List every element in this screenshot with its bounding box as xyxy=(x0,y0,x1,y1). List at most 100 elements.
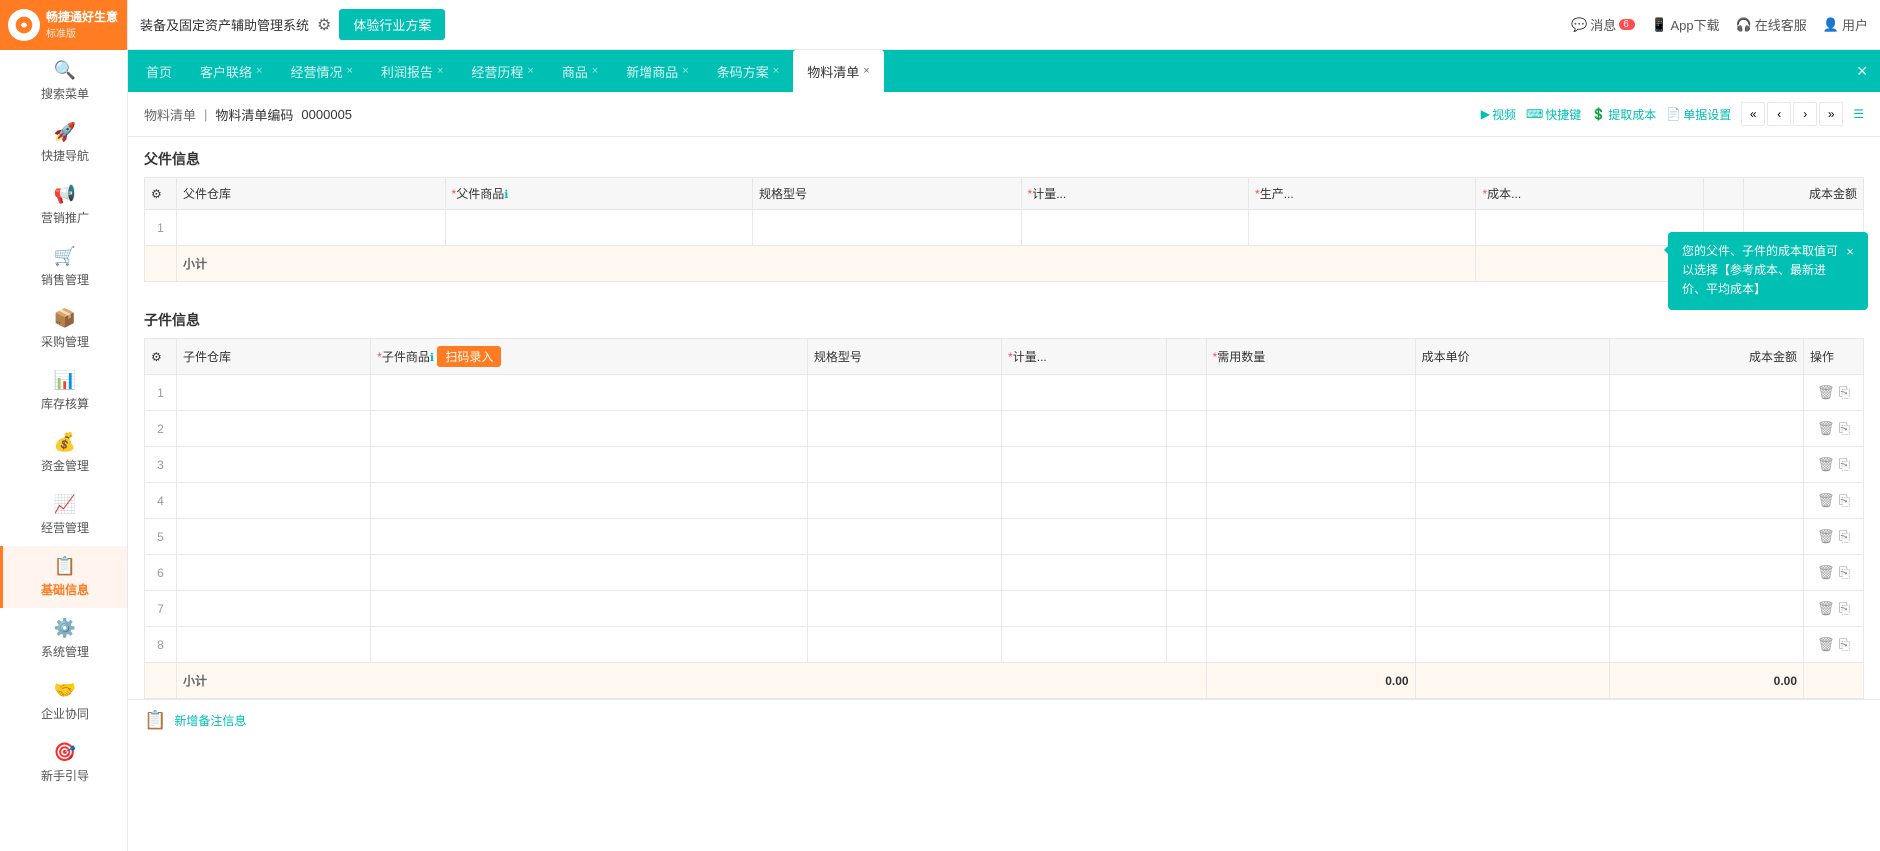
delete-row1-button[interactable]: 🗑 xyxy=(1817,384,1835,401)
tab-profit-close[interactable]: × xyxy=(437,65,443,77)
delete-row2-button[interactable]: 🗑 xyxy=(1817,420,1835,437)
copy-row7-button[interactable]: ⎘ xyxy=(1839,600,1850,617)
child-row2-product[interactable] xyxy=(371,411,808,447)
child-row1-qty-needed[interactable] xyxy=(1206,375,1415,411)
child-row1-warehouse[interactable] xyxy=(177,375,371,411)
sidebar-item-operations[interactable]: 📈 经营管理 xyxy=(0,484,127,546)
child-row4-product[interactable] xyxy=(371,483,808,519)
child-row2-warehouse[interactable] xyxy=(177,411,371,447)
sidebar-item-guide[interactable]: 🎯 新手引导 xyxy=(0,732,127,794)
view-video-button[interactable]: ▶ 视频 xyxy=(1481,106,1516,123)
copy-row4-button[interactable]: ⎘ xyxy=(1839,492,1850,509)
sidebar-item-sales[interactable]: 🛒 销售管理 xyxy=(0,236,127,298)
child-row4-warehouse[interactable] xyxy=(177,483,371,519)
copy-row3-button[interactable]: ⎘ xyxy=(1839,456,1850,473)
online-support-button[interactable]: 🎧 在线客服 xyxy=(1736,15,1807,34)
tab-newproduct[interactable]: 新增商品 × xyxy=(612,50,702,92)
parent-col-settings[interactable]: ⚙ xyxy=(145,178,177,210)
parent-row1-qty[interactable] xyxy=(1021,210,1248,246)
sidebar-item-search[interactable]: 🔍 搜索菜单 xyxy=(0,50,127,112)
child-row3-qty[interactable] xyxy=(1002,447,1166,483)
child-row5-warehouse[interactable] xyxy=(177,519,371,555)
parent-row1-product[interactable] xyxy=(445,210,753,246)
child-row8-qty-needed[interactable] xyxy=(1206,627,1415,663)
copy-row2-button[interactable]: ⎘ xyxy=(1839,420,1850,437)
tab-operations-close[interactable]: × xyxy=(346,65,352,77)
tab-newproduct-close[interactable]: × xyxy=(682,65,688,77)
scan-input-button[interactable]: 扫码录入 xyxy=(437,346,501,367)
child-row3-product[interactable] xyxy=(371,447,808,483)
sidebar-item-basic[interactable]: 📋 基础信息 xyxy=(0,546,127,608)
copy-row5-button[interactable]: ⎘ xyxy=(1839,528,1850,545)
tab-operations[interactable]: 经营情况 × xyxy=(276,50,366,92)
child-row4-qty-needed[interactable] xyxy=(1206,483,1415,519)
prev-page-button[interactable]: ‹ xyxy=(1767,102,1791,126)
tab-history-close[interactable]: × xyxy=(527,65,533,77)
child-row1-cost-price[interactable] xyxy=(1415,375,1609,411)
child-row5-qty[interactable] xyxy=(1002,519,1166,555)
child-row5-cost-price[interactable] xyxy=(1415,519,1609,555)
user-button[interactable]: 👤 用户 xyxy=(1823,15,1868,34)
tab-history[interactable]: 经营历程 × xyxy=(457,50,547,92)
sidebar-item-marketing[interactable]: 📢 营销推广 xyxy=(0,174,127,236)
child-row2-spec[interactable] xyxy=(807,411,1001,447)
child-row8-cost-price[interactable] xyxy=(1415,627,1609,663)
child-row6-spec[interactable] xyxy=(807,555,1001,591)
child-row3-spec[interactable] xyxy=(807,447,1001,483)
child-row5-spec[interactable] xyxy=(807,519,1001,555)
child-row2-qty-needed[interactable] xyxy=(1206,411,1415,447)
child-col-settings[interactable]: ⚙ xyxy=(145,339,177,375)
bottom-note-text[interactable]: 新增备注信息 xyxy=(174,712,246,729)
trial-button[interactable]: 体验行业方案 xyxy=(339,9,445,40)
breadcrumb-bom[interactable]: 物料清单 xyxy=(144,105,196,124)
child-row2-cost-price[interactable] xyxy=(1415,411,1609,447)
child-row4-qty[interactable] xyxy=(1002,483,1166,519)
extract-cost-button[interactable]: 💲 提取成本 xyxy=(1591,106,1656,123)
tab-barcode-close[interactable]: × xyxy=(773,65,779,77)
next-page-button[interactable]: › xyxy=(1793,102,1817,126)
delete-row4-button[interactable]: 🗑 xyxy=(1817,492,1835,509)
child-row7-spec[interactable] xyxy=(807,591,1001,627)
tab-bom-close[interactable]: × xyxy=(863,65,869,77)
close-all-tabs-button[interactable]: ✕ xyxy=(1848,63,1876,80)
delete-row3-button[interactable]: 🗑 xyxy=(1817,456,1835,473)
child-row1-spec[interactable] xyxy=(807,375,1001,411)
sidebar-item-purchase[interactable]: 📦 采购管理 xyxy=(0,298,127,360)
child-row7-qty-needed[interactable] xyxy=(1206,591,1415,627)
child-row6-qty[interactable] xyxy=(1002,555,1166,591)
parent-row1-spec[interactable] xyxy=(753,210,1022,246)
child-row6-warehouse[interactable] xyxy=(177,555,371,591)
tab-products[interactable]: 商品 × xyxy=(548,50,612,92)
child-row6-cost-price[interactable] xyxy=(1415,555,1609,591)
parent-row1-mfg[interactable] xyxy=(1249,210,1476,246)
tab-customers-close[interactable]: × xyxy=(256,65,262,77)
child-row4-cost-price[interactable] xyxy=(1415,483,1609,519)
child-row5-qty-needed[interactable] xyxy=(1206,519,1415,555)
child-row8-spec[interactable] xyxy=(807,627,1001,663)
child-row6-qty-needed[interactable] xyxy=(1206,555,1415,591)
child-row8-product[interactable] xyxy=(371,627,808,663)
sidebar-item-system[interactable]: ⚙️ 系统管理 xyxy=(0,608,127,670)
child-row7-cost-price[interactable] xyxy=(1415,591,1609,627)
grid-view-button[interactable]: ☰ xyxy=(1853,107,1864,121)
child-row3-cost-price[interactable] xyxy=(1415,447,1609,483)
copy-row1-button[interactable]: ⎘ xyxy=(1839,384,1850,401)
tab-bom[interactable]: 物料清单 × xyxy=(793,50,883,92)
single-setting-button[interactable]: 📄 单据设置 xyxy=(1666,106,1731,123)
tab-products-close[interactable]: × xyxy=(592,65,598,77)
child-row7-product[interactable] xyxy=(371,591,808,627)
tab-profit[interactable]: 利润报告 × xyxy=(367,50,457,92)
last-page-button[interactable]: » xyxy=(1819,102,1843,126)
delete-row6-button[interactable]: 🗑 xyxy=(1817,564,1835,581)
shortcut-button[interactable]: ⌨ 快捷键 xyxy=(1526,106,1581,123)
settings-button[interactable]: ⚙ xyxy=(317,15,331,35)
child-row7-qty[interactable] xyxy=(1002,591,1166,627)
child-row8-qty[interactable] xyxy=(1002,627,1166,663)
app-download-button[interactable]: 📱 App下载 xyxy=(1651,15,1719,34)
child-row3-warehouse[interactable] xyxy=(177,447,371,483)
sidebar-item-finance[interactable]: 💰 资金管理 xyxy=(0,422,127,484)
tooltip-close-button[interactable]: × xyxy=(1846,242,1854,263)
child-row1-qty[interactable] xyxy=(1002,375,1166,411)
delete-row5-button[interactable]: 🗑 xyxy=(1817,528,1835,545)
copy-row8-button[interactable]: ⎘ xyxy=(1839,636,1850,653)
